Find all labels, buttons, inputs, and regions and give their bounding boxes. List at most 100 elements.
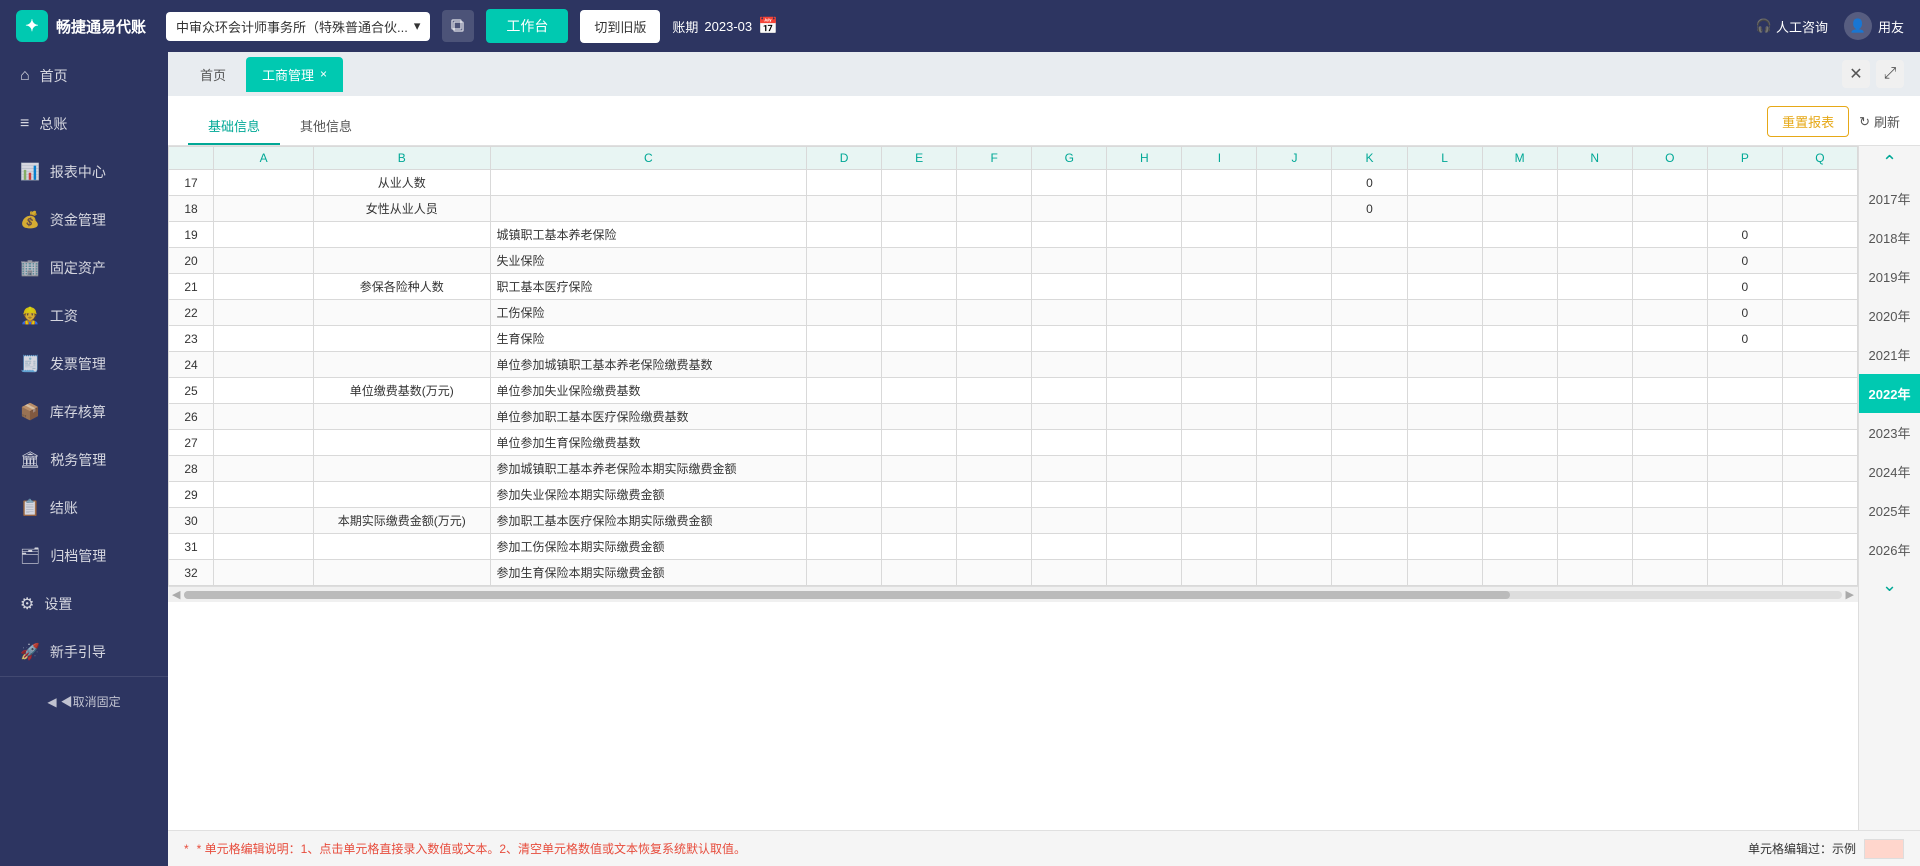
table-row[interactable]: 21 参保各险种人数 职工基本医疗保险 xyxy=(169,274,1858,300)
year-item-2026[interactable]: 2026年 xyxy=(1859,530,1920,569)
cell-24-i[interactable] xyxy=(1182,352,1257,378)
cell-21-q[interactable] xyxy=(1782,274,1857,300)
cell-21-a[interactable] xyxy=(214,274,314,300)
spreadsheet-container[interactable]: A B C D E F G H I J K L xyxy=(168,146,1858,830)
cell-27-a[interactable] xyxy=(214,430,314,456)
table-row[interactable]: 24 单位参加城镇职工基本养老保险缴费基数 xyxy=(169,352,1858,378)
cell-30-a[interactable] xyxy=(214,508,314,534)
sidebar-item-salary[interactable]: 👷 工资 xyxy=(0,292,168,340)
user-area[interactable]: 👤 用友 xyxy=(1844,12,1904,40)
sidebar-item-archive[interactable]: 🗂 归档管理 xyxy=(0,532,168,580)
cell-18-n[interactable] xyxy=(1557,196,1632,222)
cell-25-f[interactable] xyxy=(957,378,1032,404)
cell-26-c[interactable]: 单位参加职工基本医疗保险缴费基数 xyxy=(490,404,807,430)
cell-20-n[interactable] xyxy=(1557,248,1632,274)
cell-27-e[interactable] xyxy=(882,430,957,456)
cell-27-p[interactable] xyxy=(1707,430,1782,456)
cell-30-i[interactable] xyxy=(1182,508,1257,534)
cell-31-o[interactable] xyxy=(1632,534,1707,560)
cell-31-k[interactable] xyxy=(1332,534,1407,560)
cell-30-o[interactable] xyxy=(1632,508,1707,534)
year-item-2019[interactable]: 2019年 xyxy=(1859,257,1920,296)
cell-27-d[interactable] xyxy=(807,430,882,456)
sub-tab-other-info[interactable]: 其他信息 xyxy=(280,108,372,145)
cell-32-p[interactable] xyxy=(1707,560,1782,586)
cell-22-h[interactable] xyxy=(1107,300,1182,326)
cell-20-b[interactable] xyxy=(314,248,490,274)
cell-24-a[interactable] xyxy=(214,352,314,378)
cell-28-l[interactable] xyxy=(1407,456,1482,482)
cell-21-i[interactable] xyxy=(1182,274,1257,300)
cell-32-f[interactable] xyxy=(957,560,1032,586)
cell-24-m[interactable] xyxy=(1482,352,1557,378)
cell-17-a[interactable] xyxy=(214,170,314,196)
cell-22-k[interactable] xyxy=(1332,300,1407,326)
cell-29-o[interactable] xyxy=(1632,482,1707,508)
cell-27-l[interactable] xyxy=(1407,430,1482,456)
cell-27-k[interactable] xyxy=(1332,430,1407,456)
cell-29-d[interactable] xyxy=(807,482,882,508)
cell-21-e[interactable] xyxy=(882,274,957,300)
cell-18-h[interactable] xyxy=(1107,196,1182,222)
cell-19-b[interactable] xyxy=(314,222,490,248)
cell-18-k[interactable]: 0 xyxy=(1332,196,1407,222)
cell-29-l[interactable] xyxy=(1407,482,1482,508)
cell-24-n[interactable] xyxy=(1557,352,1632,378)
cell-21-j[interactable] xyxy=(1257,274,1332,300)
cell-32-n[interactable] xyxy=(1557,560,1632,586)
cell-26-f[interactable] xyxy=(957,404,1032,430)
table-row[interactable]: 27 单位参加生育保险缴费基数 xyxy=(169,430,1858,456)
cell-26-p[interactable] xyxy=(1707,404,1782,430)
cell-31-a[interactable] xyxy=(214,534,314,560)
cell-31-m[interactable] xyxy=(1482,534,1557,560)
cell-24-j[interactable] xyxy=(1257,352,1332,378)
cell-17-p[interactable] xyxy=(1707,170,1782,196)
cell-28-b[interactable] xyxy=(314,456,490,482)
cell-25-l[interactable] xyxy=(1407,378,1482,404)
cell-28-p[interactable] xyxy=(1707,456,1782,482)
cell-24-d[interactable] xyxy=(807,352,882,378)
cell-19-i[interactable] xyxy=(1182,222,1257,248)
cell-21-c[interactable]: 职工基本医疗保险 xyxy=(490,274,807,300)
cell-26-a[interactable] xyxy=(214,404,314,430)
cell-32-b[interactable] xyxy=(314,560,490,586)
cell-32-d[interactable] xyxy=(807,560,882,586)
cell-19-d[interactable] xyxy=(807,222,882,248)
year-nav-up[interactable]: ⌃ xyxy=(1859,146,1920,179)
cell-32-m[interactable] xyxy=(1482,560,1557,586)
cell-22-e[interactable] xyxy=(882,300,957,326)
cell-30-p[interactable] xyxy=(1707,508,1782,534)
cell-23-d[interactable] xyxy=(807,326,882,352)
copy-button[interactable] xyxy=(442,10,474,42)
cell-29-f[interactable] xyxy=(957,482,1032,508)
cell-22-i[interactable] xyxy=(1182,300,1257,326)
cell-17-e[interactable] xyxy=(882,170,957,196)
cell-28-a[interactable] xyxy=(214,456,314,482)
cell-23-b[interactable] xyxy=(314,326,490,352)
cell-32-e[interactable] xyxy=(882,560,957,586)
cell-18-o[interactable] xyxy=(1632,196,1707,222)
cell-29-a[interactable] xyxy=(214,482,314,508)
consult-button[interactable]: 🎧 人工咨询 xyxy=(1756,17,1828,36)
cell-28-k[interactable] xyxy=(1332,456,1407,482)
cell-28-i[interactable] xyxy=(1182,456,1257,482)
cell-23-j[interactable] xyxy=(1257,326,1332,352)
cell-26-i[interactable] xyxy=(1182,404,1257,430)
cell-20-i[interactable] xyxy=(1182,248,1257,274)
cell-24-q[interactable] xyxy=(1782,352,1857,378)
cell-18-b[interactable]: 女性从业人员 xyxy=(314,196,490,222)
cell-18-d[interactable] xyxy=(807,196,882,222)
cell-27-j[interactable] xyxy=(1257,430,1332,456)
cell-23-n[interactable] xyxy=(1557,326,1632,352)
workbench-button[interactable]: 工作台 xyxy=(486,9,568,43)
cell-25-m[interactable] xyxy=(1482,378,1557,404)
cell-22-c[interactable]: 工伤保险 xyxy=(490,300,807,326)
cell-25-h[interactable] xyxy=(1107,378,1182,404)
cell-23-o[interactable] xyxy=(1632,326,1707,352)
refresh-button[interactable]: ↻ 刷新 xyxy=(1859,112,1900,131)
cell-23-i[interactable] xyxy=(1182,326,1257,352)
tab-home[interactable]: 首页 xyxy=(184,57,242,92)
year-item-2020[interactable]: 2020年 xyxy=(1859,296,1920,335)
cell-24-p[interactable] xyxy=(1707,352,1782,378)
cell-32-g[interactable] xyxy=(1032,560,1107,586)
